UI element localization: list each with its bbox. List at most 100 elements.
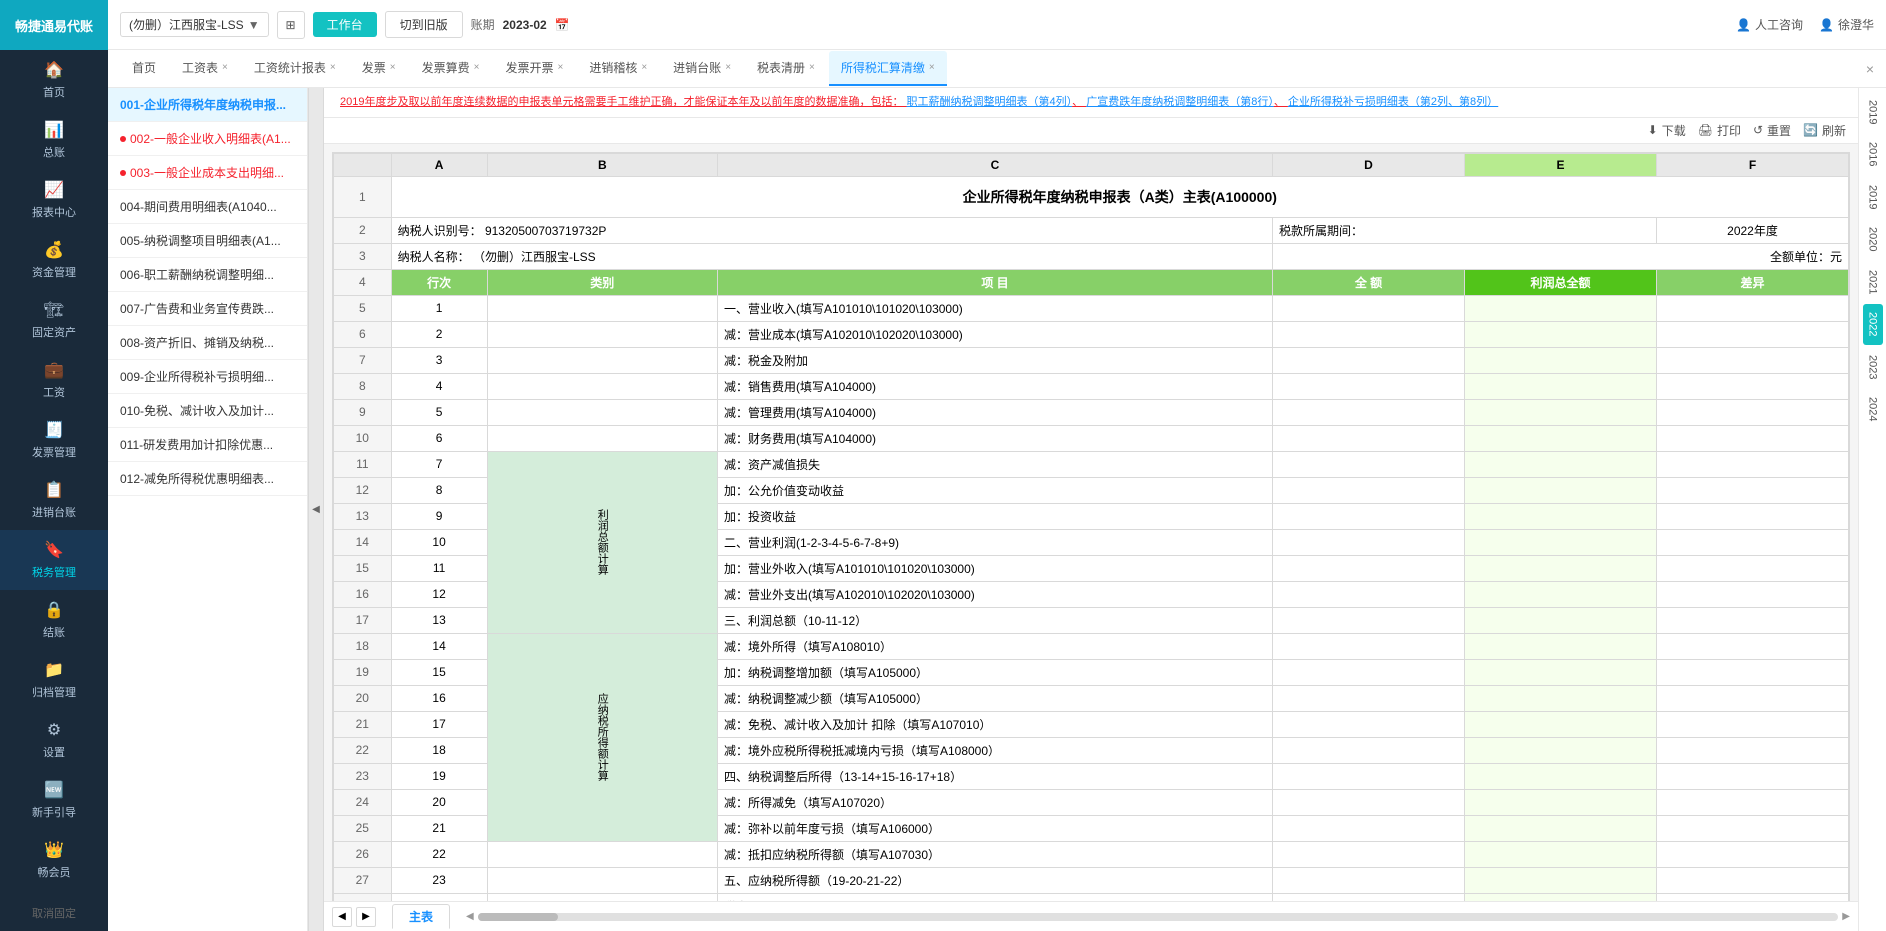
warning-link-3[interactable]: 企业所得税补亏损明细表（第2列、第8列） xyxy=(1288,96,1498,108)
reset-button[interactable]: ↺ 重置 xyxy=(1753,122,1791,139)
print-button[interactable]: 🖨 打印 xyxy=(1698,122,1741,139)
sidebar-item-archive[interactable]: 📁 归档管理 xyxy=(0,650,108,710)
tab-invoice[interactable]: 发票 × xyxy=(350,51,408,86)
year-item-2019b[interactable]: 2019 xyxy=(1863,177,1883,217)
warning-link-1[interactable]: 职工薪酬纳税调整明细表（第4列） xyxy=(907,96,1073,108)
panel-item-009[interactable]: 009-企业所得税补亏损明细... xyxy=(108,360,307,394)
sheet-nav-right[interactable]: ▶ xyxy=(356,907,376,927)
currency-cell: 全额单位：元 xyxy=(1272,243,1848,269)
panel-item-011[interactable]: 011-研发费用加计扣除优惠... xyxy=(108,428,307,462)
tab-sales-audit-label: 进销稽核 xyxy=(589,59,637,76)
sidebar-item-label: 税务管理 xyxy=(32,564,76,580)
workspace-button[interactable]: 工作台 xyxy=(313,12,377,37)
customer-service-btn[interactable]: 👤 人工咨询 xyxy=(1736,16,1803,33)
print-icon: 🖨 xyxy=(1698,123,1713,137)
year-item-2022[interactable]: 2022 xyxy=(1863,304,1883,344)
panel-item-012[interactable]: 012-减免所得税优惠明细表... xyxy=(108,462,307,496)
tab-tax-settlement-label: 所得税汇算清缴 xyxy=(841,59,925,76)
sidebar-item-closing[interactable]: 🔒 结账 xyxy=(0,590,108,650)
scroll-left-icon[interactable]: ◀ xyxy=(466,911,474,922)
panel-item-005[interactable]: 005-纳税调整项目明细表(A1... xyxy=(108,224,307,258)
tab-tax-settlement-close[interactable]: × xyxy=(929,62,935,73)
sidebar-item-assets[interactable]: 🏗 固定资产 xyxy=(0,290,108,350)
tab-payroll[interactable]: 工资表 × xyxy=(170,51,240,86)
company-cell: 纳税人名称： （勿删）江西服宝-LSS xyxy=(391,243,1272,269)
sheet-tab-main[interactable]: 主表 xyxy=(392,904,450,929)
table-row: 18 14 应纳税所得额计算 减：境外所得（填写A108010） xyxy=(334,633,1849,659)
tab-home[interactable]: 首页 xyxy=(120,51,168,86)
sidebar-item-label: 归档管理 xyxy=(32,684,76,700)
tab-tax-list[interactable]: 税表清册 × xyxy=(745,51,827,86)
tab-payroll-close[interactable]: × xyxy=(222,62,228,73)
scroll-track xyxy=(478,913,1839,921)
panel-item-004[interactable]: 004-期间费用明细表(A1040... xyxy=(108,190,307,224)
switch-version-button[interactable]: 切到旧版 xyxy=(385,11,463,38)
sidebar-item-fund[interactable]: 💰 资金管理 xyxy=(0,230,108,290)
year-item-2023[interactable]: 2023 xyxy=(1863,347,1883,387)
tab-invoice-fee[interactable]: 发票算费 × xyxy=(410,51,492,86)
spreadsheet-area: 2019年度步及取以前年度连续数据的申报表单元格需要手工维护正确，才能保证本年及… xyxy=(324,88,1858,931)
refresh-label: 刷新 xyxy=(1822,122,1846,139)
collapse-icon: ◀ xyxy=(311,504,322,515)
panel-item-010[interactable]: 010-免税、减计收入及加计... xyxy=(108,394,307,428)
tab-tax-list-close[interactable]: × xyxy=(809,62,815,73)
sidebar-item-member[interactable]: 👑 畅会员 xyxy=(0,830,108,890)
panel-item-008[interactable]: 008-资产折旧、摊销及纳税... xyxy=(108,326,307,360)
tax-period-value-cell: 2022年度 xyxy=(1656,217,1848,243)
copy-icon-btn[interactable]: ⊞ xyxy=(277,11,305,39)
year-item-2016[interactable]: 2016 xyxy=(1863,134,1883,174)
main-area: (勿删）江西服宝-LSS ▼ ⊞ 工作台 切到旧版 账期 2023-02 📅 👤… xyxy=(108,0,1886,931)
tax-rate-cell[interactable]: 0.25 xyxy=(1272,893,1464,901)
section-label-profit: 利润总额计算 xyxy=(487,451,717,633)
tab-sales-ledger-close[interactable]: × xyxy=(725,62,731,73)
sheet-nav-left[interactable]: ◀ xyxy=(332,907,352,927)
company-selector[interactable]: (勿删）江西服宝-LSS ▼ xyxy=(120,12,269,37)
refresh-button[interactable]: 🔄 刷新 xyxy=(1803,122,1846,139)
year-item-2021[interactable]: 2021 xyxy=(1863,262,1883,302)
warning-link-2[interactable]: 广宣费跌年度纳税调整明细表（第8行） xyxy=(1086,96,1274,108)
tab-payroll-report-close[interactable]: × xyxy=(330,62,336,73)
sidebar-item-tax[interactable]: 🔖 税务管理 xyxy=(0,530,108,590)
panel-item-002[interactable]: 002-一般企业收入明细表(A1... xyxy=(108,122,307,156)
download-button[interactable]: ⬇ 下载 xyxy=(1648,122,1686,139)
panel-item-001[interactable]: 001-企业所得税年度纳税申报... xyxy=(108,88,307,122)
sidebar-item-payroll[interactable]: 💼 工资 xyxy=(0,350,108,410)
tab-sales-ledger[interactable]: 进销台账 × xyxy=(661,51,743,86)
sidebar-item-home[interactable]: 🏠 首页 xyxy=(0,50,108,110)
sidebar-item-invoice[interactable]: 🧾 发票管理 xyxy=(0,410,108,470)
tab-sales-audit-close[interactable]: × xyxy=(641,62,647,73)
tab-invoice-close[interactable]: × xyxy=(390,62,396,73)
tax-id-value: 91320500703719732P xyxy=(485,224,606,238)
tax-period-cell: 税款所属期间： xyxy=(1272,217,1656,243)
sidebar-item-ledger[interactable]: 📊 总账 xyxy=(0,110,108,170)
tab-invoice-fee-close[interactable]: × xyxy=(474,62,480,73)
user-info[interactable]: 👤 徐澄华 xyxy=(1819,16,1874,33)
header-col-e: 利润总全额 xyxy=(1464,269,1656,295)
tab-payroll-report[interactable]: 工资统计报表 × xyxy=(242,51,348,86)
sidebar-item-label: 新手引导 xyxy=(32,804,76,820)
sidebar-item-report[interactable]: 📈 报表中心 xyxy=(0,170,108,230)
tab-invoice-open[interactable]: 发票开票 × xyxy=(493,51,575,86)
year-item-2020[interactable]: 2020 xyxy=(1863,219,1883,259)
spreadsheet-wrapper[interactable]: A B C D E F 1 企业所 xyxy=(324,144,1858,902)
sidebar-item-label: 首页 xyxy=(43,84,65,100)
col-header-e: E xyxy=(1464,153,1656,176)
panel-item-007[interactable]: 007-广告费和业务宣传费跌... xyxy=(108,292,307,326)
collapse-panel-button[interactable]: ◀ xyxy=(308,88,324,931)
sidebar-item-sales[interactable]: 📋 进销台账 xyxy=(0,470,108,530)
sidebar-item-guide[interactable]: 🆕 新手引导 xyxy=(0,770,108,830)
tab-tax-settlement[interactable]: 所得税汇算清缴 × xyxy=(829,51,947,86)
tab-invoice-open-close[interactable]: × xyxy=(557,62,563,73)
year-item-2024[interactable]: 2024 xyxy=(1863,389,1883,429)
sidebar-item-settings[interactable]: ⚙ 设置 xyxy=(0,710,108,770)
panel-item-003[interactable]: 003-一般企业成本支出明细... xyxy=(108,156,307,190)
unpin-button[interactable]: 取消固定 xyxy=(0,895,108,931)
panel-item-006[interactable]: 006-职工薪酬纳税调整明细... xyxy=(108,258,307,292)
year-item-2019a[interactable]: 2019 xyxy=(1863,92,1883,132)
close-all-icon[interactable]: × xyxy=(1866,61,1874,77)
col-header-d: D xyxy=(1272,153,1464,176)
sheet-tab-label: 主表 xyxy=(409,910,433,924)
tab-sales-audit[interactable]: 进销稽核 × xyxy=(577,51,659,86)
scroll-thumb[interactable] xyxy=(478,913,558,921)
scroll-right-icon[interactable]: ▶ xyxy=(1842,911,1850,922)
